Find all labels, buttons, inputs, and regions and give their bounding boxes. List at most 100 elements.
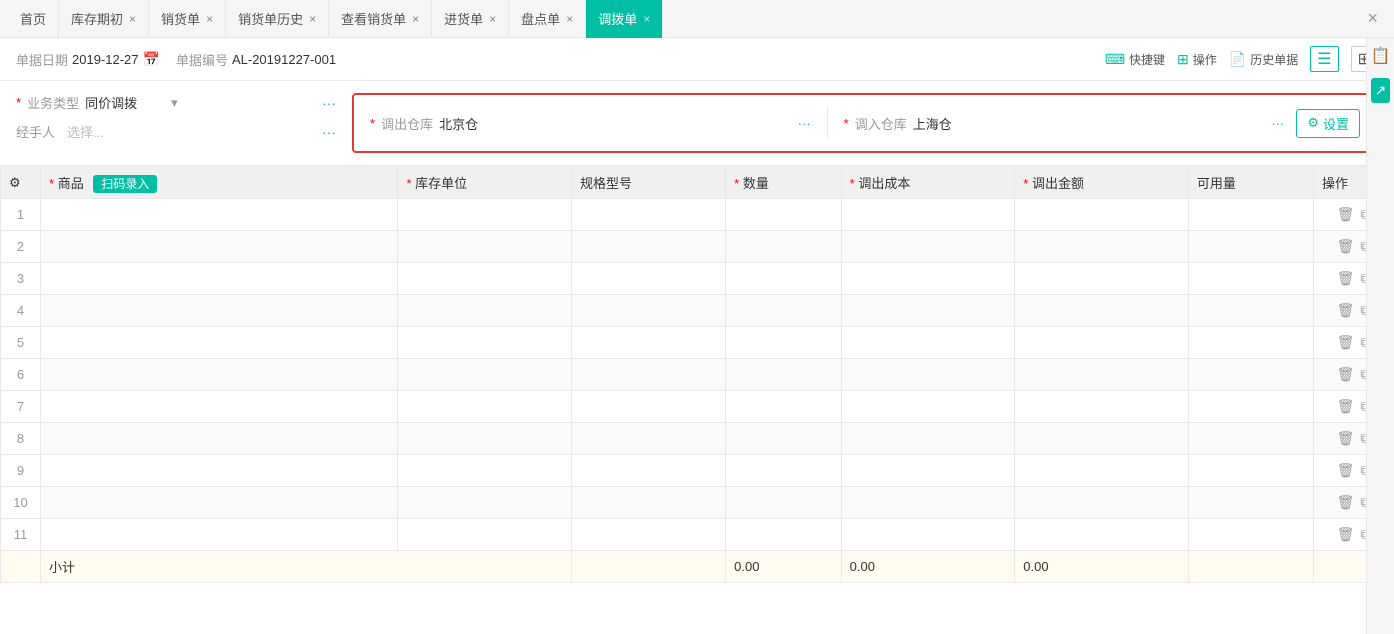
row-10-qty[interactable]: [726, 487, 842, 519]
row-9-amount[interactable]: [1015, 455, 1189, 487]
row-9-available[interactable]: [1188, 455, 1313, 487]
agent-select[interactable]: 选择...: [67, 122, 104, 141]
delete-icon-3[interactable]: 🗑: [1337, 270, 1355, 287]
tab-transfer-order-close[interactable]: ×: [643, 12, 650, 26]
row-3-spec[interactable]: [572, 263, 726, 295]
close-all-tabs-button[interactable]: ×: [1359, 8, 1386, 29]
row-10-amount[interactable]: [1015, 487, 1189, 519]
delete-icon-4[interactable]: 🗑: [1337, 302, 1355, 319]
history-button[interactable]: 📄 历史单据: [1229, 51, 1298, 68]
row-10-unit[interactable]: [398, 487, 572, 519]
row-6-goods[interactable]: [41, 359, 398, 391]
delete-icon-9[interactable]: 🗑: [1337, 462, 1355, 479]
row-11-available[interactable]: [1188, 519, 1313, 551]
delete-icon-10[interactable]: 🗑: [1337, 494, 1355, 511]
row-3-cost[interactable]: [841, 263, 1015, 295]
business-type-dropdown-icon[interactable]: ▾: [171, 95, 178, 111]
row-9-unit[interactable]: [398, 455, 572, 487]
row-9-spec[interactable]: [572, 455, 726, 487]
row-4-goods[interactable]: [41, 295, 398, 327]
tab-purchase-order[interactable]: 进货单 ×: [432, 0, 509, 38]
business-type-value[interactable]: 同价调拨: [85, 93, 165, 112]
tab-sales-history[interactable]: 销货单历史 ×: [226, 0, 329, 38]
row-4-unit[interactable]: [398, 295, 572, 327]
row-2-cost[interactable]: [841, 231, 1015, 263]
tab-home[interactable]: 首页: [8, 0, 59, 38]
row-7-available[interactable]: [1188, 391, 1313, 423]
row-1-spec[interactable]: [572, 199, 726, 231]
delete-icon-5[interactable]: 🗑: [1337, 334, 1355, 351]
row-1-available[interactable]: [1188, 199, 1313, 231]
operations-button[interactable]: ⊞ 操作: [1177, 51, 1217, 68]
row-4-available[interactable]: [1188, 295, 1313, 327]
row-1-amount[interactable]: [1015, 199, 1189, 231]
row-6-spec[interactable]: [572, 359, 726, 391]
calendar-icon[interactable]: 📅: [143, 51, 160, 68]
row-10-available[interactable]: [1188, 487, 1313, 519]
th-gear[interactable]: ⚙: [1, 167, 41, 199]
tab-purchase-order-close[interactable]: ×: [489, 12, 496, 26]
row-7-cost[interactable]: [841, 391, 1015, 423]
tab-sales-history-close[interactable]: ×: [309, 12, 316, 26]
panel-external-link-icon[interactable]: ↗: [1371, 78, 1391, 103]
row-2-available[interactable]: [1188, 231, 1313, 263]
row-9-cost[interactable]: [841, 455, 1015, 487]
row-6-available[interactable]: [1188, 359, 1313, 391]
row-7-unit[interactable]: [398, 391, 572, 423]
row-8-unit[interactable]: [398, 423, 572, 455]
delete-icon-1[interactable]: 🗑: [1337, 206, 1355, 223]
row-7-amount[interactable]: [1015, 391, 1189, 423]
row-4-spec[interactable]: [572, 295, 726, 327]
tab-inventory-count-close[interactable]: ×: [566, 12, 573, 26]
row-4-qty[interactable]: [726, 295, 842, 327]
row-5-qty[interactable]: [726, 327, 842, 359]
row-8-qty[interactable]: [726, 423, 842, 455]
settings-button[interactable]: ⚙ 设置: [1296, 109, 1360, 138]
row-2-spec[interactable]: [572, 231, 726, 263]
row-3-goods[interactable]: [41, 263, 398, 295]
row-5-cost[interactable]: [841, 327, 1015, 359]
row-9-qty[interactable]: [726, 455, 842, 487]
row-2-qty[interactable]: [726, 231, 842, 263]
gear-icon[interactable]: ⚙: [9, 175, 21, 190]
agent-more-icon[interactable]: ···: [322, 124, 336, 140]
row-11-unit[interactable]: [398, 519, 572, 551]
row-2-unit[interactable]: [398, 231, 572, 263]
row-5-goods[interactable]: [41, 327, 398, 359]
row-10-cost[interactable]: [841, 487, 1015, 519]
row-9-goods[interactable]: [41, 455, 398, 487]
row-4-amount[interactable]: [1015, 295, 1189, 327]
tab-sales-order[interactable]: 销货单 ×: [149, 0, 226, 38]
warehouse-out-value[interactable]: 北京仓: [439, 114, 784, 133]
row-1-goods[interactable]: [41, 199, 398, 231]
tab-inventory-count[interactable]: 盘点单 ×: [509, 0, 586, 38]
row-1-unit[interactable]: [398, 199, 572, 231]
row-2-goods[interactable]: [41, 231, 398, 263]
row-6-qty[interactable]: [726, 359, 842, 391]
row-11-spec[interactable]: [572, 519, 726, 551]
tab-view-sales[interactable]: 查看销货单 ×: [329, 0, 432, 38]
warehouse-in-value[interactable]: 上海仓: [913, 114, 1258, 133]
panel-document-icon[interactable]: 📋: [1371, 46, 1391, 66]
layout-list-button[interactable]: ☰: [1310, 46, 1338, 72]
delete-icon-2[interactable]: 🗑: [1337, 238, 1355, 255]
tab-view-sales-close[interactable]: ×: [412, 12, 419, 26]
row-10-spec[interactable]: [572, 487, 726, 519]
row-7-goods[interactable]: [41, 391, 398, 423]
row-8-cost[interactable]: [841, 423, 1015, 455]
row-6-amount[interactable]: [1015, 359, 1189, 391]
row-3-qty[interactable]: [726, 263, 842, 295]
row-3-unit[interactable]: [398, 263, 572, 295]
row-5-available[interactable]: [1188, 327, 1313, 359]
row-5-unit[interactable]: [398, 327, 572, 359]
row-6-unit[interactable]: [398, 359, 572, 391]
warehouse-in-more-icon[interactable]: ···: [1271, 116, 1284, 131]
delete-icon-11[interactable]: 🗑: [1337, 526, 1355, 543]
row-1-qty[interactable]: [726, 199, 842, 231]
row-2-amount[interactable]: [1015, 231, 1189, 263]
row-6-cost[interactable]: [841, 359, 1015, 391]
row-11-goods[interactable]: [41, 519, 398, 551]
row-8-spec[interactable]: [572, 423, 726, 455]
row-3-amount[interactable]: [1015, 263, 1189, 295]
tab-inventory-init-close[interactable]: ×: [129, 12, 136, 26]
